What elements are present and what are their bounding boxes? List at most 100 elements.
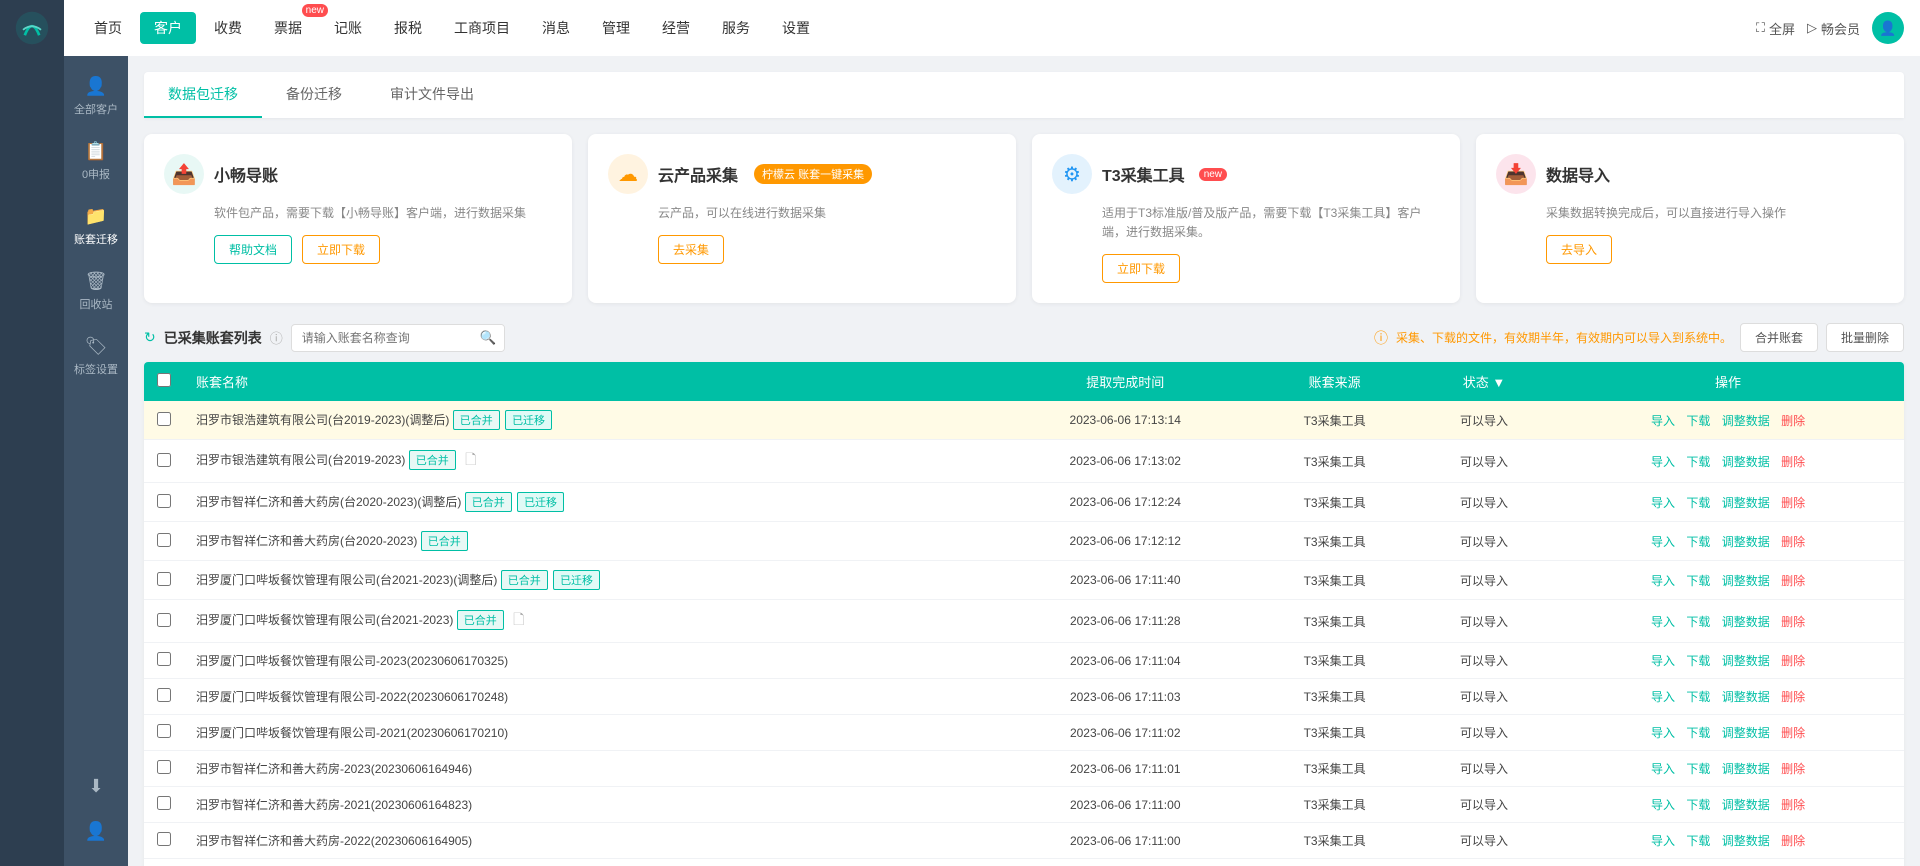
action-delete[interactable]: 删除 — [1781, 690, 1805, 704]
action-download[interactable]: 下载 — [1686, 654, 1710, 668]
action-download[interactable]: 下载 — [1686, 762, 1710, 776]
action-delete[interactable]: 删除 — [1781, 455, 1805, 469]
row-checkbox[interactable] — [157, 613, 171, 627]
card-yuncp-collect-btn[interactable]: 去采集 — [658, 235, 724, 264]
action-import[interactable]: 导入 — [1651, 798, 1675, 812]
action-download[interactable]: 下载 — [1686, 455, 1710, 469]
action-adjust[interactable]: 调整数据 — [1722, 762, 1770, 776]
list-help-icon[interactable]: ⓘ — [270, 328, 283, 347]
action-adjust[interactable]: 调整数据 — [1722, 834, 1770, 848]
action-delete[interactable]: 删除 — [1781, 726, 1805, 740]
row-checkbox[interactable] — [157, 760, 171, 774]
row-checkbox[interactable] — [157, 412, 171, 426]
account-file-icon[interactable]: 🗋 — [513, 611, 524, 627]
logo[interactable] — [0, 0, 64, 56]
action-import[interactable]: 导入 — [1651, 455, 1675, 469]
action-delete[interactable]: 删除 — [1781, 834, 1805, 848]
action-delete[interactable]: 删除 — [1781, 535, 1805, 549]
nav-customer[interactable]: 客户 — [140, 12, 196, 44]
row-checkbox[interactable] — [157, 533, 171, 547]
action-download[interactable]: 下载 — [1686, 496, 1710, 510]
left-recycle[interactable]: 🗑 回收站 — [64, 259, 128, 324]
row-checkbox[interactable] — [157, 832, 171, 846]
nav-operation[interactable]: 经营 — [648, 12, 704, 44]
action-download[interactable]: 下载 — [1686, 726, 1710, 740]
tab-backup-migration[interactable]: 备份迁移 — [262, 72, 366, 118]
action-delete[interactable]: 删除 — [1781, 615, 1805, 629]
action-import[interactable]: 导入 — [1651, 834, 1675, 848]
card-xiaochang-download-btn[interactable]: 立即下载 — [302, 235, 380, 264]
nav-business[interactable]: 工商项目 — [440, 12, 524, 44]
card-t3-download-btn[interactable]: 立即下载 — [1102, 254, 1180, 283]
action-import[interactable]: 导入 — [1651, 726, 1675, 740]
action-import[interactable]: 导入 — [1651, 762, 1675, 776]
action-import[interactable]: 导入 — [1651, 414, 1675, 428]
action-adjust[interactable]: 调整数据 — [1722, 414, 1770, 428]
action-adjust[interactable]: 调整数据 — [1722, 615, 1770, 629]
action-adjust[interactable]: 调整数据 — [1722, 455, 1770, 469]
left-tag-settings[interactable]: 🏷 标签设置 — [64, 324, 128, 389]
nav-home[interactable]: 首页 — [80, 12, 136, 44]
nav-message[interactable]: 消息 — [528, 12, 584, 44]
action-download[interactable]: 下载 — [1686, 574, 1710, 588]
row-checkbox[interactable] — [157, 724, 171, 738]
nav-billing[interactable]: 收费 — [200, 12, 256, 44]
action-adjust[interactable]: 调整数据 — [1722, 574, 1770, 588]
account-file-icon[interactable]: 🗋 — [465, 451, 476, 467]
left-account-migration[interactable]: 📁 账套迁移 — [64, 194, 128, 259]
tab-data-migration[interactable]: 数据包迁移 — [144, 72, 262, 118]
batch-del-btn[interactable]: 批量删除 — [1826, 323, 1904, 352]
left-zero-declare[interactable]: 📋 0申报 — [64, 129, 128, 194]
action-download[interactable]: 下载 — [1686, 690, 1710, 704]
action-adjust[interactable]: 调整数据 — [1722, 726, 1770, 740]
card-dataimport-import-btn[interactable]: 去导入 — [1546, 235, 1612, 264]
row-checkbox[interactable] — [157, 572, 171, 586]
nav-settings[interactable]: 设置 — [768, 12, 824, 44]
action-delete[interactable]: 删除 — [1781, 654, 1805, 668]
action-adjust[interactable]: 调整数据 — [1722, 654, 1770, 668]
row-checkbox[interactable] — [157, 494, 171, 508]
nav-bookkeeping[interactable]: 记账 — [320, 12, 376, 44]
refresh-icon[interactable]: ↻ — [144, 329, 156, 346]
row-checkbox[interactable] — [157, 796, 171, 810]
row-source: T3采集工具 — [1253, 715, 1416, 751]
tab-audit-export[interactable]: 审计文件导出 — [366, 72, 498, 118]
action-delete[interactable]: 删除 — [1781, 762, 1805, 776]
left-all-clients[interactable]: 👤 全部客户 — [64, 64, 128, 129]
row-checkbox[interactable] — [157, 453, 171, 467]
action-adjust[interactable]: 调整数据 — [1722, 690, 1770, 704]
search-input[interactable] — [292, 326, 472, 350]
row-checkbox[interactable] — [157, 652, 171, 666]
fullscreen-btn[interactable]: ⛶ 全屏 — [1756, 19, 1795, 38]
nav-manage[interactable]: 管理 — [588, 12, 644, 44]
action-download[interactable]: 下载 — [1686, 615, 1710, 629]
action-import[interactable]: 导入 — [1651, 496, 1675, 510]
card-xiaochang-help-btn[interactable]: 帮助文档 — [214, 235, 292, 264]
nav-service[interactable]: 服务 — [708, 12, 764, 44]
nav-tax[interactable]: 报税 — [380, 12, 436, 44]
left-user[interactable]: 👤 — [64, 809, 128, 854]
user-avatar[interactable]: 👤 — [1872, 12, 1904, 44]
action-download[interactable]: 下载 — [1686, 414, 1710, 428]
action-delete[interactable]: 删除 — [1781, 496, 1805, 510]
action-download[interactable]: 下载 — [1686, 798, 1710, 812]
merge-btn[interactable]: 合并账套 — [1740, 323, 1818, 352]
action-import[interactable]: 导入 — [1651, 654, 1675, 668]
action-adjust[interactable]: 调整数据 — [1722, 798, 1770, 812]
search-button[interactable]: 🔍 — [472, 325, 505, 351]
action-download[interactable]: 下载 — [1686, 834, 1710, 848]
action-download[interactable]: 下载 — [1686, 535, 1710, 549]
action-import[interactable]: 导入 — [1651, 574, 1675, 588]
action-import[interactable]: 导入 — [1651, 690, 1675, 704]
action-adjust[interactable]: 调整数据 — [1722, 496, 1770, 510]
left-download[interactable]: ⬇ — [64, 764, 128, 809]
vip-btn[interactable]: ▷ 畅会员 — [1807, 19, 1860, 38]
row-checkbox[interactable] — [157, 688, 171, 702]
action-delete[interactable]: 删除 — [1781, 574, 1805, 588]
action-import[interactable]: 导入 — [1651, 535, 1675, 549]
select-all-checkbox[interactable] — [157, 373, 171, 387]
action-delete[interactable]: 删除 — [1781, 798, 1805, 812]
action-import[interactable]: 导入 — [1651, 615, 1675, 629]
action-adjust[interactable]: 调整数据 — [1722, 535, 1770, 549]
action-delete[interactable]: 删除 — [1781, 414, 1805, 428]
